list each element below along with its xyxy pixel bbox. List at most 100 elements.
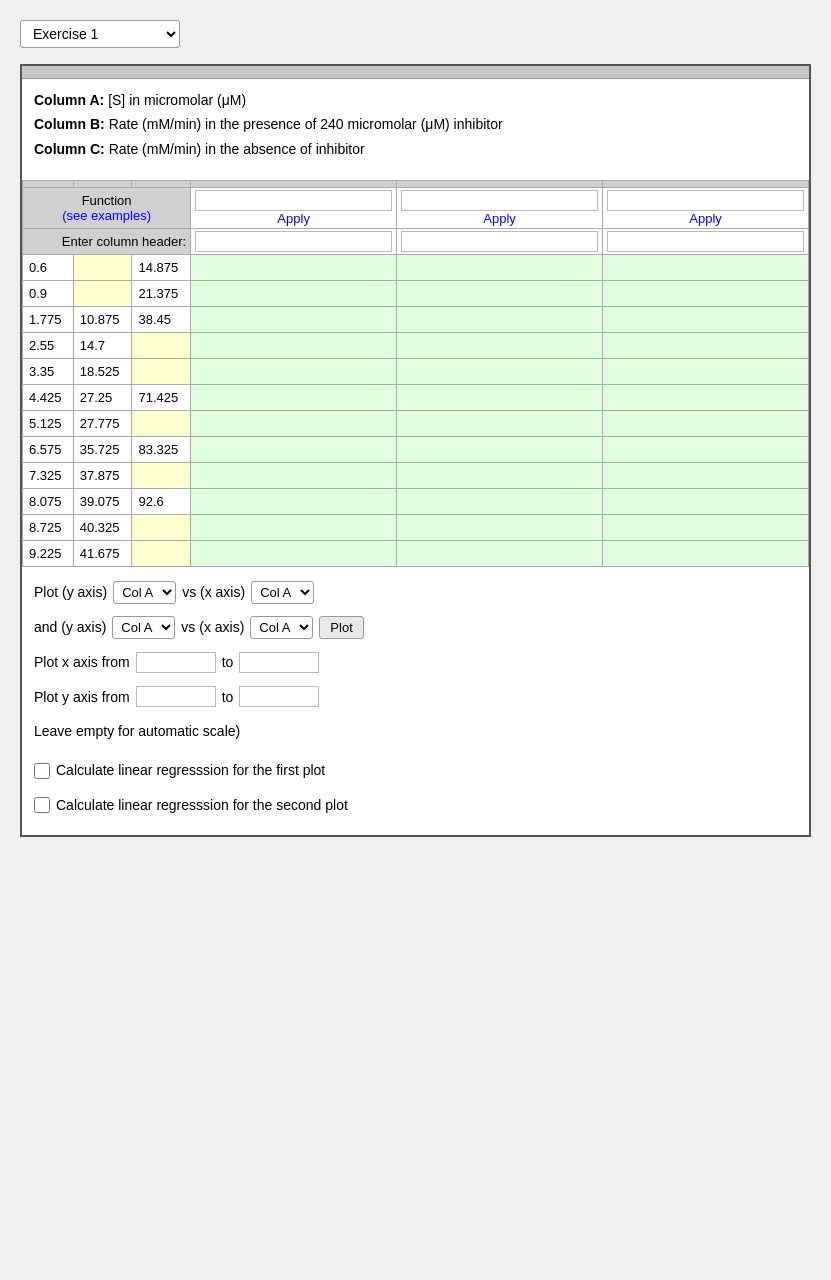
apply-d-link[interactable]: Apply <box>277 211 310 226</box>
input-e-6[interactable] <box>403 414 596 433</box>
input-d-7[interactable] <box>197 440 390 459</box>
input-f-11[interactable] <box>609 544 802 563</box>
linear-regression-2-checkbox[interactable] <box>34 797 50 813</box>
table-row: 4.42527.2571.425 <box>23 385 809 411</box>
see-examples-link[interactable]: (see examples) <box>62 208 151 223</box>
input-e-10[interactable] <box>403 518 596 537</box>
cell-a-2: 1.775 <box>23 307 74 333</box>
plot-x-from-input[interactable] <box>136 652 216 673</box>
linear-regression-2-label: Calculate linear regresssion for the sec… <box>56 790 348 821</box>
cell-a-4: 3.35 <box>23 359 74 385</box>
auto-scale-note: Leave empty for automatic scale) <box>34 716 797 747</box>
input-d-5[interactable] <box>197 388 390 407</box>
input-d-10[interactable] <box>197 518 390 537</box>
data-header <box>22 66 809 79</box>
plot-x-to-input[interactable] <box>239 652 319 673</box>
input-f-5[interactable] <box>609 388 802 407</box>
plot-x2-select[interactable]: Col ACol BCol CCol DCol ECol F <box>250 616 313 639</box>
input-d-4[interactable] <box>197 362 390 381</box>
input-f-4[interactable] <box>609 362 802 381</box>
plot-button[interactable]: Plot <box>319 616 363 639</box>
cell-a-7: 6.575 <box>23 437 74 463</box>
cell-a-1: 0.9 <box>23 281 74 307</box>
input-e-8[interactable] <box>403 466 596 485</box>
col-c-header <box>132 181 191 188</box>
cell-f-5 <box>603 385 809 411</box>
input-d-0[interactable] <box>197 258 390 277</box>
cell-d-6 <box>191 411 397 437</box>
col-e-header-input[interactable] <box>401 231 598 252</box>
data-section: Column A: [S] in micromolar (μM) Column … <box>20 64 811 837</box>
apply-f-link[interactable]: Apply <box>689 211 722 226</box>
input-d-9[interactable] <box>197 492 390 511</box>
cell-b-11: 41.675 <box>73 541 132 567</box>
linear-regression-1-checkbox[interactable] <box>34 763 50 779</box>
input-f-2[interactable] <box>609 310 802 329</box>
plot-row-4: Plot y axis from to <box>34 682 797 713</box>
cell-e-0 <box>397 255 603 281</box>
cell-d-2 <box>191 307 397 333</box>
input-e-2[interactable] <box>403 310 596 329</box>
function-input-f[interactable] <box>607 190 804 211</box>
plot-section: Plot (y axis) Col ACol BCol CCol DCol EC… <box>22 567 809 835</box>
table-row: 9.22541.675 <box>23 541 809 567</box>
input-f-10[interactable] <box>609 518 802 537</box>
cell-f-8 <box>603 463 809 489</box>
input-e-9[interactable] <box>403 492 596 511</box>
cell-e-1 <box>397 281 603 307</box>
input-d-6[interactable] <box>197 414 390 433</box>
col-d-header-input[interactable] <box>195 231 392 252</box>
cell-b-10: 40.325 <box>73 515 132 541</box>
cell-c-4 <box>132 359 191 385</box>
input-d-1[interactable] <box>197 284 390 303</box>
input-f-6[interactable] <box>609 414 802 433</box>
input-e-4[interactable] <box>403 362 596 381</box>
cell-b-2: 10.875 <box>73 307 132 333</box>
plot-x-axis-to-label: to <box>222 647 234 678</box>
data-table: Function (see examples) Apply Apply Appl… <box>22 180 809 567</box>
cell-d-0 <box>191 255 397 281</box>
cell-d-8 <box>191 463 397 489</box>
function-input-d[interactable] <box>195 190 392 211</box>
plot-y2-select[interactable]: Col ACol BCol CCol DCol ECol F <box>112 616 175 639</box>
col-f-header <box>603 181 809 188</box>
input-d-11[interactable] <box>197 544 390 563</box>
plot-y-from-input[interactable] <box>136 686 216 707</box>
function-input-e-cell: Apply <box>397 188 603 229</box>
plot-y-to-input[interactable] <box>239 686 319 707</box>
input-e-5[interactable] <box>403 388 596 407</box>
cell-c-0: 14.875 <box>132 255 191 281</box>
input-e-3[interactable] <box>403 336 596 355</box>
plot-x1-select[interactable]: Col ACol BCol CCol DCol ECol F <box>251 581 314 604</box>
input-e-11[interactable] <box>403 544 596 563</box>
input-f-7[interactable] <box>609 440 802 459</box>
input-e-1[interactable] <box>403 284 596 303</box>
cell-d-10 <box>191 515 397 541</box>
cell-c-7: 83.325 <box>132 437 191 463</box>
input-d-2[interactable] <box>197 310 390 329</box>
exercise-dropdown[interactable]: Exercise 1 Exercise 2 Exercise 3 <box>20 20 180 48</box>
col-b-header <box>73 181 132 188</box>
col-f-header-input[interactable] <box>607 231 804 252</box>
col-e-header-input-cell <box>397 229 603 255</box>
input-f-0[interactable] <box>609 258 802 277</box>
input-e-7[interactable] <box>403 440 596 459</box>
cell-a-5: 4.425 <box>23 385 74 411</box>
enter-header-label: Enter column header: <box>23 229 191 255</box>
cell-e-4 <box>397 359 603 385</box>
input-f-1[interactable] <box>609 284 802 303</box>
input-f-3[interactable] <box>609 336 802 355</box>
plot-y1-select[interactable]: Col ACol BCol CCol DCol ECol F <box>113 581 176 604</box>
cell-f-9 <box>603 489 809 515</box>
input-f-8[interactable] <box>609 466 802 485</box>
cell-f-6 <box>603 411 809 437</box>
function-input-e[interactable] <box>401 190 598 211</box>
input-d-3[interactable] <box>197 336 390 355</box>
input-e-0[interactable] <box>403 258 596 277</box>
column-a-desc: Column A: [S] in micromolar (μM) <box>34 89 797 111</box>
input-d-8[interactable] <box>197 466 390 485</box>
apply-e-link[interactable]: Apply <box>483 211 516 226</box>
plot-row-3: Plot x axis from to <box>34 647 797 678</box>
input-f-9[interactable] <box>609 492 802 511</box>
data-description: Column A: [S] in micromolar (μM) Column … <box>22 79 809 172</box>
